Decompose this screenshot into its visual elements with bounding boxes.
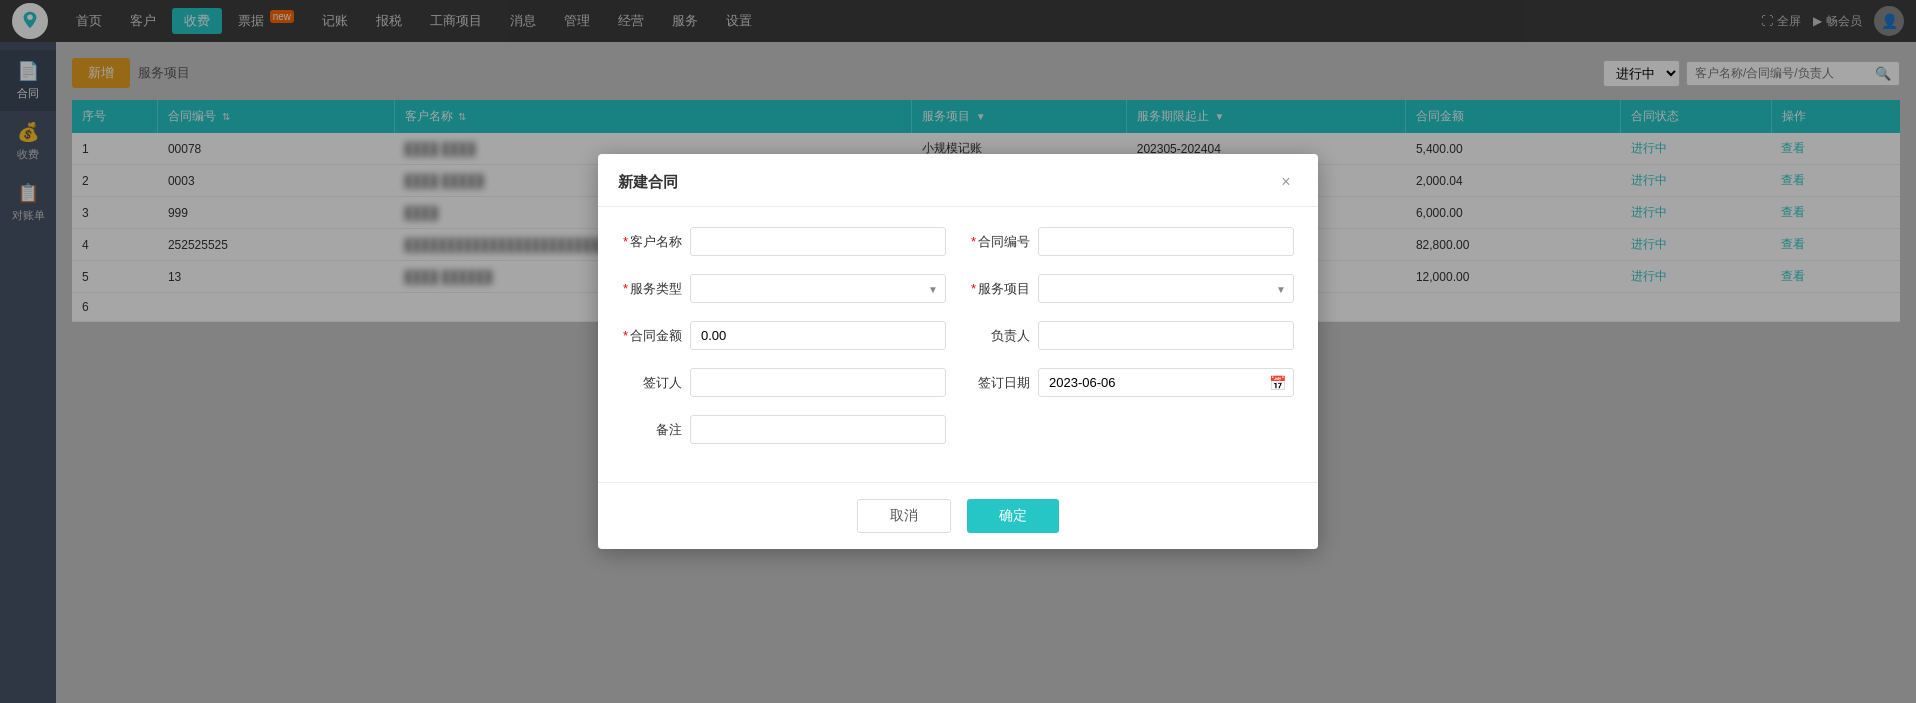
form-row-3: *合同金额 负责人 xyxy=(622,321,1294,350)
responsible-person-field: 负责人 xyxy=(970,321,1294,350)
service-type-field: *服务类型 xyxy=(622,274,946,303)
signer-label: 签订人 xyxy=(622,374,682,392)
form-row-2: *服务类型 *服务项目 xyxy=(622,274,1294,303)
modal-overlay[interactable]: 新建合同 × *客户名称 *合同编号 xyxy=(0,0,1916,703)
service-item-select-wrapper xyxy=(1038,274,1294,303)
required-star-4: * xyxy=(971,281,976,296)
contract-no-label: *合同编号 xyxy=(970,233,1030,251)
modal-close-button[interactable]: × xyxy=(1274,170,1298,194)
cancel-button[interactable]: 取消 xyxy=(857,499,951,533)
contract-no-input[interactable] xyxy=(1038,227,1294,256)
sign-date-label: 签订日期 xyxy=(970,374,1030,392)
modal-footer: 取消 确定 xyxy=(598,482,1318,549)
contract-amount-label: *合同金额 xyxy=(622,327,682,345)
modal-title: 新建合同 xyxy=(618,173,678,192)
responsible-person-label: 负责人 xyxy=(970,327,1030,345)
modal-body: *客户名称 *合同编号 *服务类型 xyxy=(598,207,1318,482)
required-star-3: * xyxy=(623,281,628,296)
new-contract-modal: 新建合同 × *客户名称 *合同编号 xyxy=(598,154,1318,549)
service-item-label: *服务项目 xyxy=(970,280,1030,298)
signer-input[interactable] xyxy=(690,368,946,397)
sign-date-input[interactable] xyxy=(1038,368,1294,397)
service-item-select[interactable] xyxy=(1038,274,1294,303)
notes-field: 备注 xyxy=(622,415,946,444)
sign-date-wrapper: 📅 xyxy=(1038,368,1294,397)
required-star-2: * xyxy=(971,234,976,249)
required-star: * xyxy=(623,234,628,249)
sign-date-field: 签订日期 📅 xyxy=(970,368,1294,397)
contract-amount-input[interactable] xyxy=(690,321,946,350)
modal-header: 新建合同 × xyxy=(598,154,1318,207)
contract-amount-field: *合同金额 xyxy=(622,321,946,350)
confirm-button[interactable]: 确定 xyxy=(967,499,1059,533)
form-row-1: *客户名称 *合同编号 xyxy=(622,227,1294,256)
service-item-field: *服务项目 xyxy=(970,274,1294,303)
notes-input[interactable] xyxy=(690,415,946,444)
customer-name-field: *客户名称 xyxy=(622,227,946,256)
service-type-select[interactable] xyxy=(690,274,946,303)
form-row-4: 签订人 签订日期 📅 xyxy=(622,368,1294,397)
form-row-5: 备注 xyxy=(622,415,1294,444)
contract-no-field: *合同编号 xyxy=(970,227,1294,256)
service-type-select-wrapper xyxy=(690,274,946,303)
notes-label: 备注 xyxy=(622,421,682,439)
signer-field: 签订人 xyxy=(622,368,946,397)
responsible-person-input[interactable] xyxy=(1038,321,1294,350)
calendar-icon[interactable]: 📅 xyxy=(1269,375,1286,391)
required-star-5: * xyxy=(623,328,628,343)
customer-name-label: *客户名称 xyxy=(622,233,682,251)
customer-name-input[interactable] xyxy=(690,227,946,256)
service-type-label: *服务类型 xyxy=(622,280,682,298)
